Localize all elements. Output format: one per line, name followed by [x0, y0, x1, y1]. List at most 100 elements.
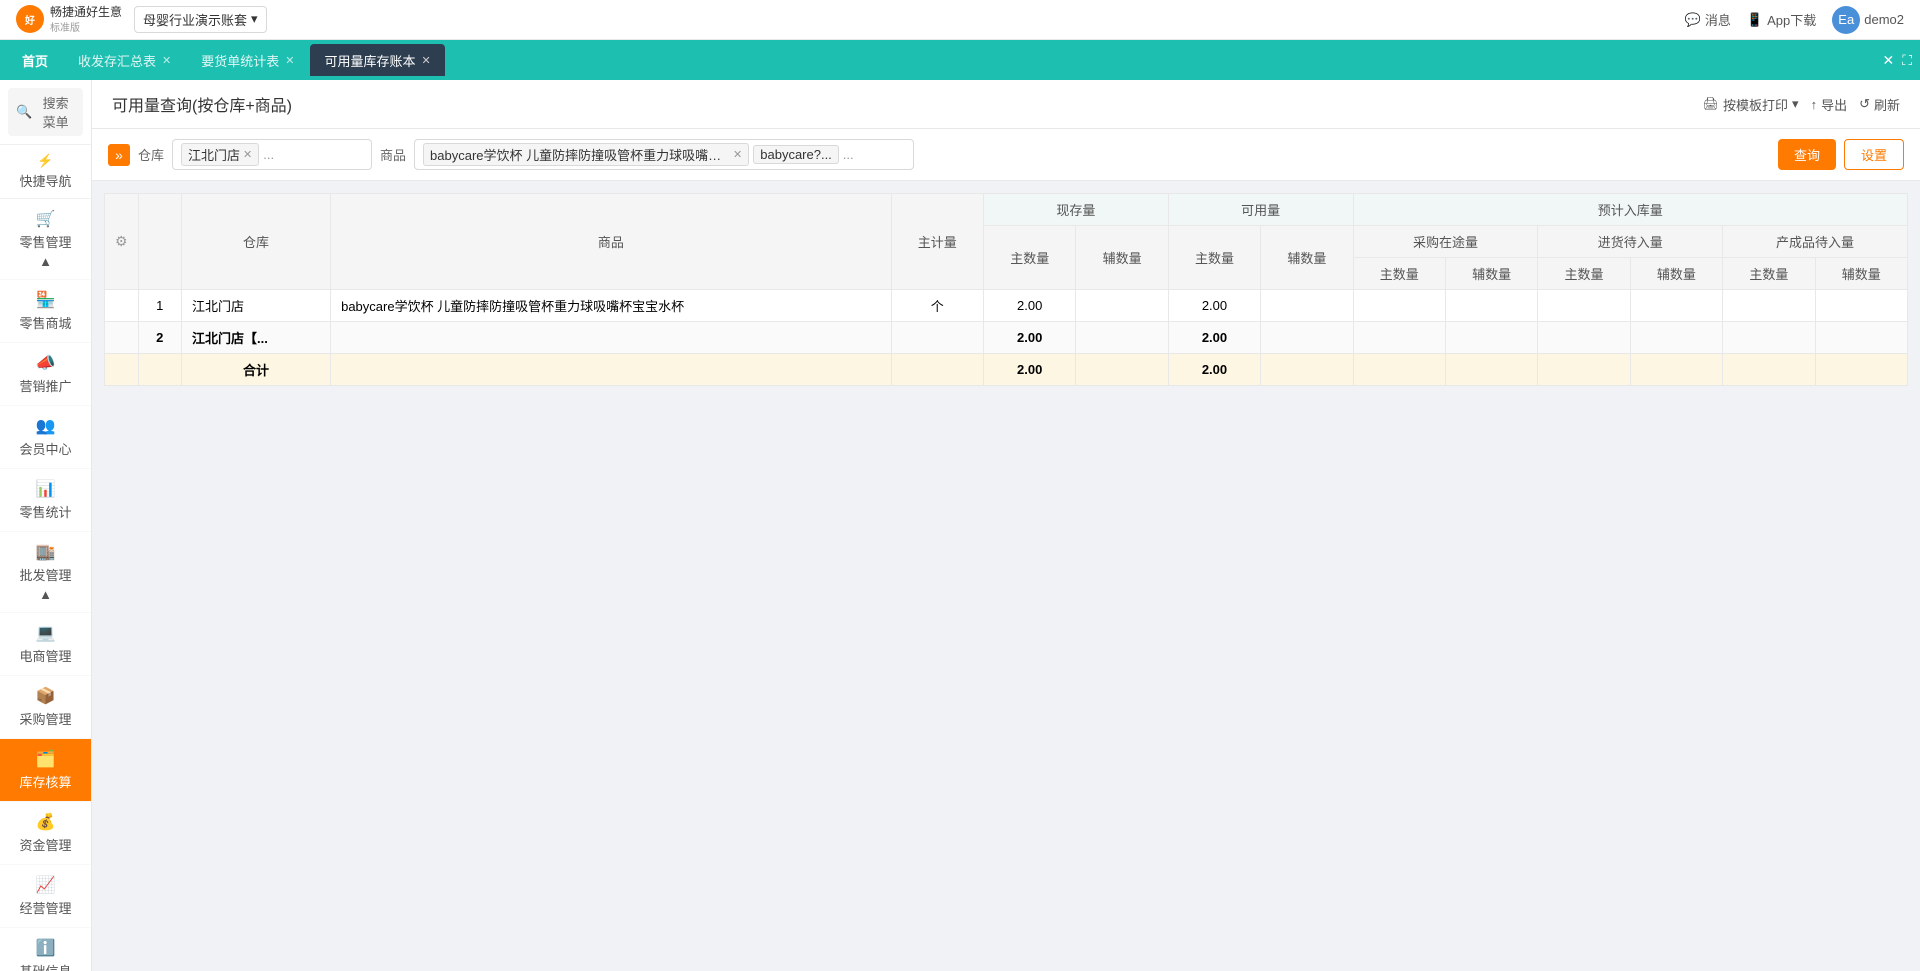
settings-btn[interactable]: 设置	[1844, 139, 1904, 170]
export-icon: ↑	[1811, 97, 1818, 112]
cell-current-main-1: 2.00	[984, 290, 1076, 322]
tab-home[interactable]: 首页	[8, 44, 62, 76]
sidebar-item-purchase[interactable]: 📦 采购管理	[0, 676, 91, 739]
refresh-icon: ↺	[1859, 96, 1870, 112]
member-icon: 👥	[36, 416, 56, 436]
print-btn[interactable]: 🖨 按模板打印 ▾	[1703, 95, 1799, 114]
product-tag1: babycare学饮杯 儿童防摔防撞吸管杯重力球吸嘴杯宝宝水杯 ✕	[423, 143, 749, 166]
filter-expand-btn[interactable]: »	[108, 144, 130, 166]
cell-incoming-main-1	[1538, 290, 1630, 322]
sidebar-item-inventory[interactable]: 🗂️ 库存核算	[0, 739, 91, 802]
message-btn[interactable]: 💬 消息	[1685, 10, 1731, 29]
warehouse-more-btn[interactable]: ...	[263, 147, 274, 162]
wholesale-arrow-icon: ▲	[39, 587, 52, 602]
sidebar-item-marketing[interactable]: 📣 营销推广	[0, 343, 91, 406]
search-menu-btn[interactable]: 🔍 搜索菜单	[8, 88, 83, 136]
sidebar-item-retail[interactable]: 🛒 零售管理 ▲	[0, 199, 91, 280]
sidebar-item-ecommerce[interactable]: 💻 电商管理	[0, 613, 91, 676]
footer-production-aux	[1815, 354, 1907, 386]
product-more-btn[interactable]: ...	[843, 147, 854, 162]
cell-settings-1	[105, 290, 139, 322]
tab-available-close[interactable]: ✕	[422, 54, 431, 67]
avatar-text: Ea	[1838, 12, 1854, 27]
footer-unit	[891, 354, 983, 386]
query-btn[interactable]: 查询	[1778, 139, 1836, 170]
product-tag1-remove[interactable]: ✕	[733, 148, 742, 161]
footer-settings	[105, 354, 139, 386]
sidebar-item-basic-label: 基础信息	[19, 961, 71, 971]
cell-avail-main-1: 2.00	[1168, 290, 1260, 322]
cell-purchase-aux-1	[1445, 290, 1537, 322]
print-label: 按模板打印	[1723, 95, 1788, 114]
footer-incoming-aux	[1630, 354, 1722, 386]
sidebar-item-operation[interactable]: 📈 经营管理	[0, 865, 91, 928]
cell-current-aux-1	[1076, 290, 1168, 322]
cell-avail-aux-2	[1261, 322, 1353, 354]
product-tag2: babycare?...	[753, 145, 839, 164]
footer-purchase-aux	[1445, 354, 1537, 386]
cell-avail-main-2: 2.00	[1168, 322, 1260, 354]
cell-product-1: babycare学饮杯 儿童防摔防撞吸管杯重力球吸嘴杯宝宝水杯	[331, 290, 892, 322]
data-table: ⚙ 仓库 商品 主计量 现存量 可用量 预计入库量 主数量 辅数量 主数量	[104, 193, 1908, 386]
search-icon: 🔍	[16, 104, 32, 120]
footer-product	[331, 354, 892, 386]
refresh-btn[interactable]: ↺ 刷新	[1859, 95, 1900, 114]
shop-icon: 🏪	[36, 290, 56, 310]
cell-unit-2	[891, 322, 983, 354]
cell-incoming-main-2	[1538, 322, 1630, 354]
finance-icon: 💰	[36, 812, 56, 832]
footer-label: 合计	[182, 354, 331, 386]
mobile-icon: 📱	[1747, 12, 1763, 28]
industry-select[interactable]: 母婴行业演示账套 ▾	[134, 6, 267, 33]
table-row: 1 江北门店 babycare学饮杯 儿童防摔防撞吸管杯重力球吸嘴杯宝宝水杯 个…	[105, 290, 1908, 322]
sidebar-item-inventory-label: 库存核算	[19, 772, 71, 791]
sidebar-item-member[interactable]: 👥 会员中心	[0, 406, 91, 469]
sidebar-item-finance[interactable]: 💰 资金管理	[0, 802, 91, 865]
sidebar-item-basic[interactable]: ℹ️ 基础信息	[0, 928, 91, 971]
column-settings-icon[interactable]: ⚙	[115, 233, 128, 249]
sidebar-item-retail-stats[interactable]: 📊 零售统计	[0, 469, 91, 532]
footer-index	[138, 354, 181, 386]
table-area: ⚙ 仓库 商品 主计量 现存量 可用量 预计入库量 主数量 辅数量 主数量	[92, 181, 1920, 971]
product-tag1-text: babycare学饮杯 儿童防摔防撞吸管杯重力球吸嘴杯宝宝水杯	[430, 145, 730, 164]
cell-purchase-aux-2	[1445, 322, 1537, 354]
tab-receive[interactable]: 收发存汇总表 ✕	[64, 44, 185, 76]
tab-order[interactable]: 要货单统计表 ✕	[187, 44, 308, 76]
sidebar-item-retail-shop[interactable]: 🏪 零售商城	[0, 280, 91, 343]
sidebar-item-retail-shop-label: 零售商城	[19, 313, 71, 332]
sidebar-quick-nav[interactable]: ⚡ 快捷导航	[0, 145, 91, 199]
table-row: 2 江北门店【... 2.00 2.00	[105, 322, 1908, 354]
logo: 好 畅捷通好生意 标准版	[16, 5, 122, 34]
cell-production-main-1	[1723, 290, 1815, 322]
sidebar-item-wholesale[interactable]: 🏬 批发管理 ▲	[0, 532, 91, 613]
warehouse-input[interactable]: 江北门店 ✕ ...	[172, 139, 372, 170]
warehouse-tag-remove[interactable]: ✕	[243, 148, 252, 161]
retail-icon: 🛒	[36, 209, 56, 229]
nav-expand-icon[interactable]: ⛶	[1902, 52, 1912, 69]
th-current-aux: 辅数量	[1076, 226, 1168, 290]
nav-close-icon[interactable]: ✕	[1882, 52, 1894, 69]
th-available-main: 主数量	[1168, 226, 1260, 290]
tab-available[interactable]: 可用量库存账本 ✕	[310, 44, 444, 76]
sidebar-item-finance-label: 资金管理	[19, 835, 71, 854]
warehouse-tag: 江北门店 ✕	[181, 143, 259, 166]
app-download-btn[interactable]: 📱 App下载	[1747, 10, 1816, 29]
sidebar-item-retail-label: 零售管理	[19, 232, 71, 251]
basic-icon: ℹ️	[36, 938, 56, 958]
purchase-icon: 📦	[36, 686, 56, 706]
top-bar: 好 畅捷通好生意 标准版 母婴行业演示账套 ▾ 💬 消息 📱 App下载 Ea …	[0, 0, 1920, 40]
product-input[interactable]: babycare学饮杯 儿童防摔防撞吸管杯重力球吸嘴杯宝宝水杯 ✕ babyca…	[414, 139, 914, 170]
user-menu[interactable]: Ea demo2	[1832, 6, 1904, 34]
tab-order-close[interactable]: ✕	[285, 54, 294, 67]
cell-index-1: 1	[138, 290, 181, 322]
cell-avail-aux-1	[1261, 290, 1353, 322]
content-area: 可用量查询(按仓库+商品) 🖨 按模板打印 ▾ ↑ 导出 ↺ 刷新 »	[92, 80, 1920, 971]
th-incoming-main: 主数量	[1538, 258, 1630, 290]
warehouse-tag-text: 江北门店	[188, 145, 240, 164]
industry-label: 母婴行业演示账套	[143, 10, 247, 29]
export-btn[interactable]: ↑ 导出	[1811, 95, 1848, 114]
sidebar-item-member-label: 会员中心	[19, 439, 71, 458]
tab-receive-close[interactable]: ✕	[162, 54, 171, 67]
footer-current-main: 2.00	[984, 354, 1076, 386]
inventory-icon: 🗂️	[36, 749, 56, 769]
